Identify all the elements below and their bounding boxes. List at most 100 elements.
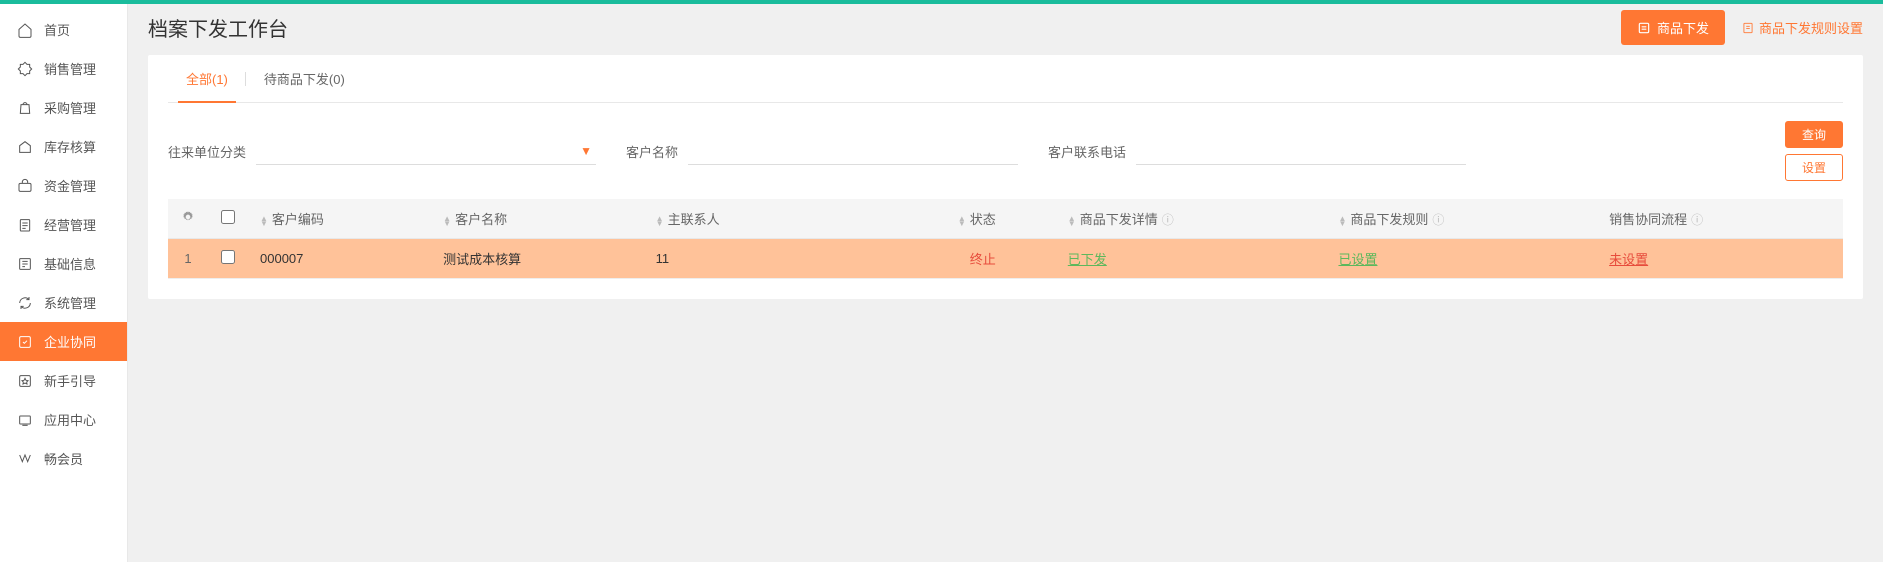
sidebar-item-home[interactable]: 首页 [0, 10, 127, 49]
filter-label: 客户联系电话 [1048, 142, 1126, 161]
sidebar-item-system[interactable]: 系统管理 [0, 283, 127, 322]
page-header: 档案下发工作台 商品下发 商品下发规则设置 [128, 0, 1883, 55]
sidebar-label: 库存核算 [44, 137, 96, 156]
info-icon: ⓘ [1432, 213, 1444, 227]
col-name[interactable]: ▲▼客户名称 [431, 199, 643, 239]
vip-icon [16, 450, 34, 468]
select-all-checkbox[interactable] [221, 210, 235, 224]
rules-label: 商品下发规则设置 [1759, 18, 1863, 37]
sidebar-label: 首页 [44, 20, 70, 39]
sidebar-label: 企业协同 [44, 332, 96, 351]
gear-icon [181, 210, 195, 227]
loop-icon [16, 294, 34, 312]
sidebar-item-vip[interactable]: 畅会员 [0, 439, 127, 478]
col-status[interactable]: ▲▼状态 [827, 199, 1056, 239]
star-icon [16, 372, 34, 390]
tab-label: 待商品下发(0) [264, 72, 345, 87]
row-checkbox[interactable] [221, 250, 235, 264]
col-contact[interactable]: ▲▼主联系人 [644, 199, 827, 239]
filter-label: 客户名称 [626, 142, 678, 161]
content-card: 全部(1) 待商品下发(0) 往来单位分类 ▼ 客户名称 [148, 55, 1863, 299]
filter-customer-phone: 客户联系电话 [1048, 137, 1466, 165]
sidebar-item-guide[interactable]: 新手引导 [0, 361, 127, 400]
page-title: 档案下发工作台 [148, 13, 288, 42]
filter-category: 往来单位分类 ▼ [168, 137, 596, 165]
sidebar-label: 应用中心 [44, 410, 96, 429]
cell-contact: 11 [644, 239, 827, 279]
bag-icon [16, 99, 34, 117]
sidebar-item-collab[interactable]: 企业协同 [0, 322, 127, 361]
sidebar-item-operation[interactable]: 经营管理 [0, 205, 127, 244]
header-actions: 商品下发 商品下发规则设置 [1621, 10, 1863, 45]
row-checkbox-cell [208, 239, 248, 279]
filter-label: 往来单位分类 [168, 142, 246, 161]
col-code[interactable]: ▲▼客户编码 [248, 199, 431, 239]
cell-name: 测试成本核算 [431, 239, 643, 279]
row-index: 1 [168, 239, 208, 279]
search-button[interactable]: 查询 [1785, 121, 1843, 148]
filter-customer-name: 客户名称 [626, 137, 1018, 165]
info-icon: ⓘ [1162, 213, 1174, 227]
table-row[interactable]: 1 000007 测试成本核算 11 终止 已下发 已设置 未设置 [168, 239, 1843, 279]
rules-link[interactable]: 商品下发规则设置 [1741, 18, 1863, 37]
tab-pending[interactable]: 待商品下发(0) [246, 55, 363, 102]
sort-icon: ▲▼ [1068, 216, 1076, 226]
table-head: ▲▼客户编码 ▲▼客户名称 ▲▼主联系人 ▲▼状态 ▲▼商品下发详情ⓘ ▲▼商品… [168, 199, 1843, 239]
tab-label: 全部(1) [186, 72, 228, 87]
home-icon [16, 21, 34, 39]
settings-column-header[interactable] [168, 199, 208, 239]
data-table: ▲▼客户编码 ▲▼客户名称 ▲▼主联系人 ▲▼状态 ▲▼商品下发详情ⓘ ▲▼商品… [168, 199, 1843, 279]
tabs: 全部(1) 待商品下发(0) [168, 55, 1843, 103]
cell-flow: 未设置 [1597, 239, 1843, 279]
cell-code: 000007 [248, 239, 431, 279]
sidebar-item-inventory[interactable]: 库存核算 [0, 127, 127, 166]
sort-icon: ▲▼ [656, 216, 664, 226]
house-icon [16, 138, 34, 156]
app-root: 首页 销售管理 采购管理 库存核算 资金管理 经营管理 基础信息 系统管理 [0, 0, 1883, 562]
sidebar-label: 系统管理 [44, 293, 96, 312]
flow-link[interactable]: 未设置 [1609, 252, 1648, 267]
sort-icon: ▲▼ [958, 216, 966, 226]
tab-all[interactable]: 全部(1) [168, 55, 246, 102]
badge-icon [16, 60, 34, 78]
sidebar-label: 经营管理 [44, 215, 96, 234]
money-icon [16, 177, 34, 195]
sidebar-item-purchase[interactable]: 采购管理 [0, 88, 127, 127]
distribute-icon [1637, 21, 1651, 35]
rule-link[interactable]: 已设置 [1338, 252, 1377, 267]
filters: 往来单位分类 ▼ 客户名称 客户联系电话 查询 设置 [168, 103, 1843, 199]
main: 档案下发工作台 商品下发 商品下发规则设置 全部(1) 待商品下发(0 [128, 0, 1883, 562]
select-all-header [208, 199, 248, 239]
category-select[interactable] [256, 137, 596, 165]
cell-status: 终止 [827, 239, 1056, 279]
form-icon [16, 255, 34, 273]
reset-button[interactable]: 设置 [1785, 154, 1843, 181]
sidebar-label: 新手引导 [44, 371, 96, 390]
sidebar-item-appcenter[interactable]: 应用中心 [0, 400, 127, 439]
info-icon: ⓘ [1691, 213, 1703, 227]
customer-name-input[interactable] [688, 137, 1018, 165]
sidebar-item-basic[interactable]: 基础信息 [0, 244, 127, 283]
distribute-label: 商品下发 [1657, 18, 1709, 37]
rules-icon [1741, 21, 1755, 35]
sidebar-item-funds[interactable]: 资金管理 [0, 166, 127, 205]
col-detail[interactable]: ▲▼商品下发详情ⓘ [1056, 199, 1327, 239]
sidebar: 首页 销售管理 采购管理 库存核算 资金管理 经营管理 基础信息 系统管理 [0, 0, 128, 562]
sidebar-label: 采购管理 [44, 98, 96, 117]
col-flow[interactable]: 销售协同流程ⓘ [1597, 199, 1843, 239]
sort-icon: ▲▼ [260, 216, 268, 226]
customer-phone-input[interactable] [1136, 137, 1466, 165]
sort-icon: ▲▼ [443, 216, 451, 226]
sort-icon: ▲▼ [1338, 216, 1346, 226]
table-body: 1 000007 测试成本核算 11 终止 已下发 已设置 未设置 [168, 239, 1843, 279]
sidebar-label: 资金管理 [44, 176, 96, 195]
clipboard-icon [16, 216, 34, 234]
sidebar-label: 基础信息 [44, 254, 96, 273]
sidebar-label: 销售管理 [44, 59, 96, 78]
detail-link[interactable]: 已下发 [1068, 252, 1107, 267]
distribute-button[interactable]: 商品下发 [1621, 10, 1725, 45]
collab-icon [16, 333, 34, 351]
sidebar-item-sales[interactable]: 销售管理 [0, 49, 127, 88]
cell-detail: 已下发 [1056, 239, 1327, 279]
col-rule[interactable]: ▲▼商品下发规则ⓘ [1326, 199, 1597, 239]
